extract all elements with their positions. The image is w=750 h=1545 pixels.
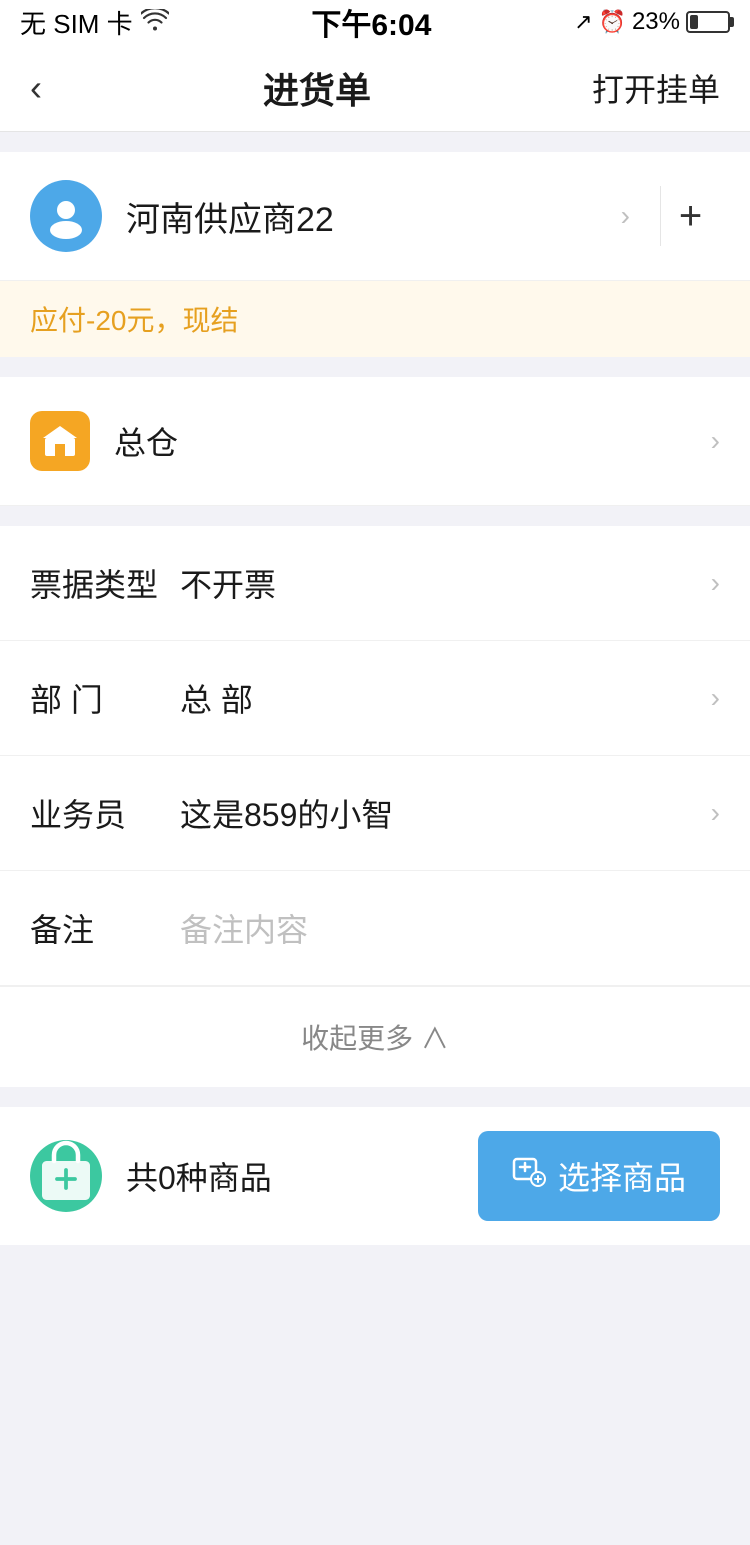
nav-bar: ‹ 进货单 打开挂单 — [0, 44, 750, 132]
department-value: 总 部 — [170, 675, 711, 721]
department-chevron-icon: › — [711, 682, 720, 714]
warehouse-icon-bg — [30, 411, 90, 471]
status-time: 下午6:04 — [311, 0, 431, 44]
supplier-name: 河南供应商22 — [126, 192, 621, 241]
remarks-value[interactable]: 备注内容 — [170, 905, 720, 951]
gap-3 — [0, 506, 750, 526]
supplier-chevron-icon: › — [621, 200, 630, 232]
salesperson-label: 业务员 — [30, 790, 170, 836]
warehouse-section: 总仓 › — [0, 377, 750, 506]
remarks-label: 备注 — [30, 905, 170, 951]
product-icon-bg — [30, 1140, 102, 1212]
department-label: 部 门 — [30, 675, 170, 721]
back-button[interactable]: ‹ — [30, 67, 42, 109]
invoice-type-row[interactable]: 票据类型 不开票 › — [0, 526, 750, 641]
salesperson-row[interactable]: 业务员 这是859的小智 › — [0, 756, 750, 871]
collapse-label: 收起更多 ∧ — [301, 1017, 449, 1057]
plus-icon: + — [679, 196, 702, 236]
open-pending-button[interactable]: 打开挂单 — [592, 65, 720, 111]
notice-bar: 应付-20元，现结 — [0, 281, 750, 357]
select-product-label: 选择商品 — [558, 1153, 686, 1199]
status-bar: 无 SIM 卡 下午6:04 ↗ ⏰ 23% — [0, 0, 750, 44]
salesperson-value: 这是859的小智 — [170, 790, 711, 836]
supplier-row[interactable]: 河南供应商22 › + — [0, 152, 750, 281]
battery-pct: 23% — [632, 8, 680, 36]
supplier-avatar — [30, 180, 102, 252]
add-supplier-button[interactable]: + — [660, 186, 720, 246]
invoice-type-value: 不开票 — [170, 560, 711, 606]
battery-icon — [686, 11, 730, 33]
page-title: 进货单 — [263, 62, 371, 114]
alarm-icon: ⏰ — [599, 9, 626, 35]
status-right: ↗ ⏰ 23% — [574, 8, 730, 36]
department-row[interactable]: 部 门 总 部 › — [0, 641, 750, 756]
gap-1 — [0, 132, 750, 152]
salesperson-chevron-icon: › — [711, 797, 720, 829]
invoice-type-chevron-icon: › — [711, 567, 720, 599]
collapse-row[interactable]: 收起更多 ∧ — [0, 986, 750, 1087]
wifi-icon — [141, 7, 169, 38]
gap-2 — [0, 357, 750, 377]
product-count-label: 共0种商品 — [126, 1153, 478, 1199]
warehouse-chevron-icon: › — [711, 425, 720, 457]
select-product-button[interactable]: 选择商品 — [478, 1131, 720, 1221]
remarks-row[interactable]: 备注 备注内容 — [0, 871, 750, 986]
supplier-section: 河南供应商22 › + 应付-20元，现结 — [0, 152, 750, 357]
notice-text: 应付-20元，现结 — [30, 305, 238, 336]
page-background — [0, 1245, 750, 1545]
sim-label: 无 SIM 卡 — [20, 4, 133, 41]
warehouse-row[interactable]: 总仓 › — [0, 377, 750, 506]
location-icon: ↗ — [574, 9, 592, 35]
warehouse-label: 总仓 — [114, 418, 711, 464]
product-bar: 共0种商品 选择商品 — [0, 1107, 750, 1245]
status-left: 无 SIM 卡 — [20, 4, 169, 41]
form-section: 票据类型 不开票 › 部 门 总 部 › 业务员 这是859的小智 › 备注 备… — [0, 526, 750, 1087]
invoice-type-label: 票据类型 — [30, 560, 170, 606]
select-product-icon — [512, 1157, 546, 1196]
